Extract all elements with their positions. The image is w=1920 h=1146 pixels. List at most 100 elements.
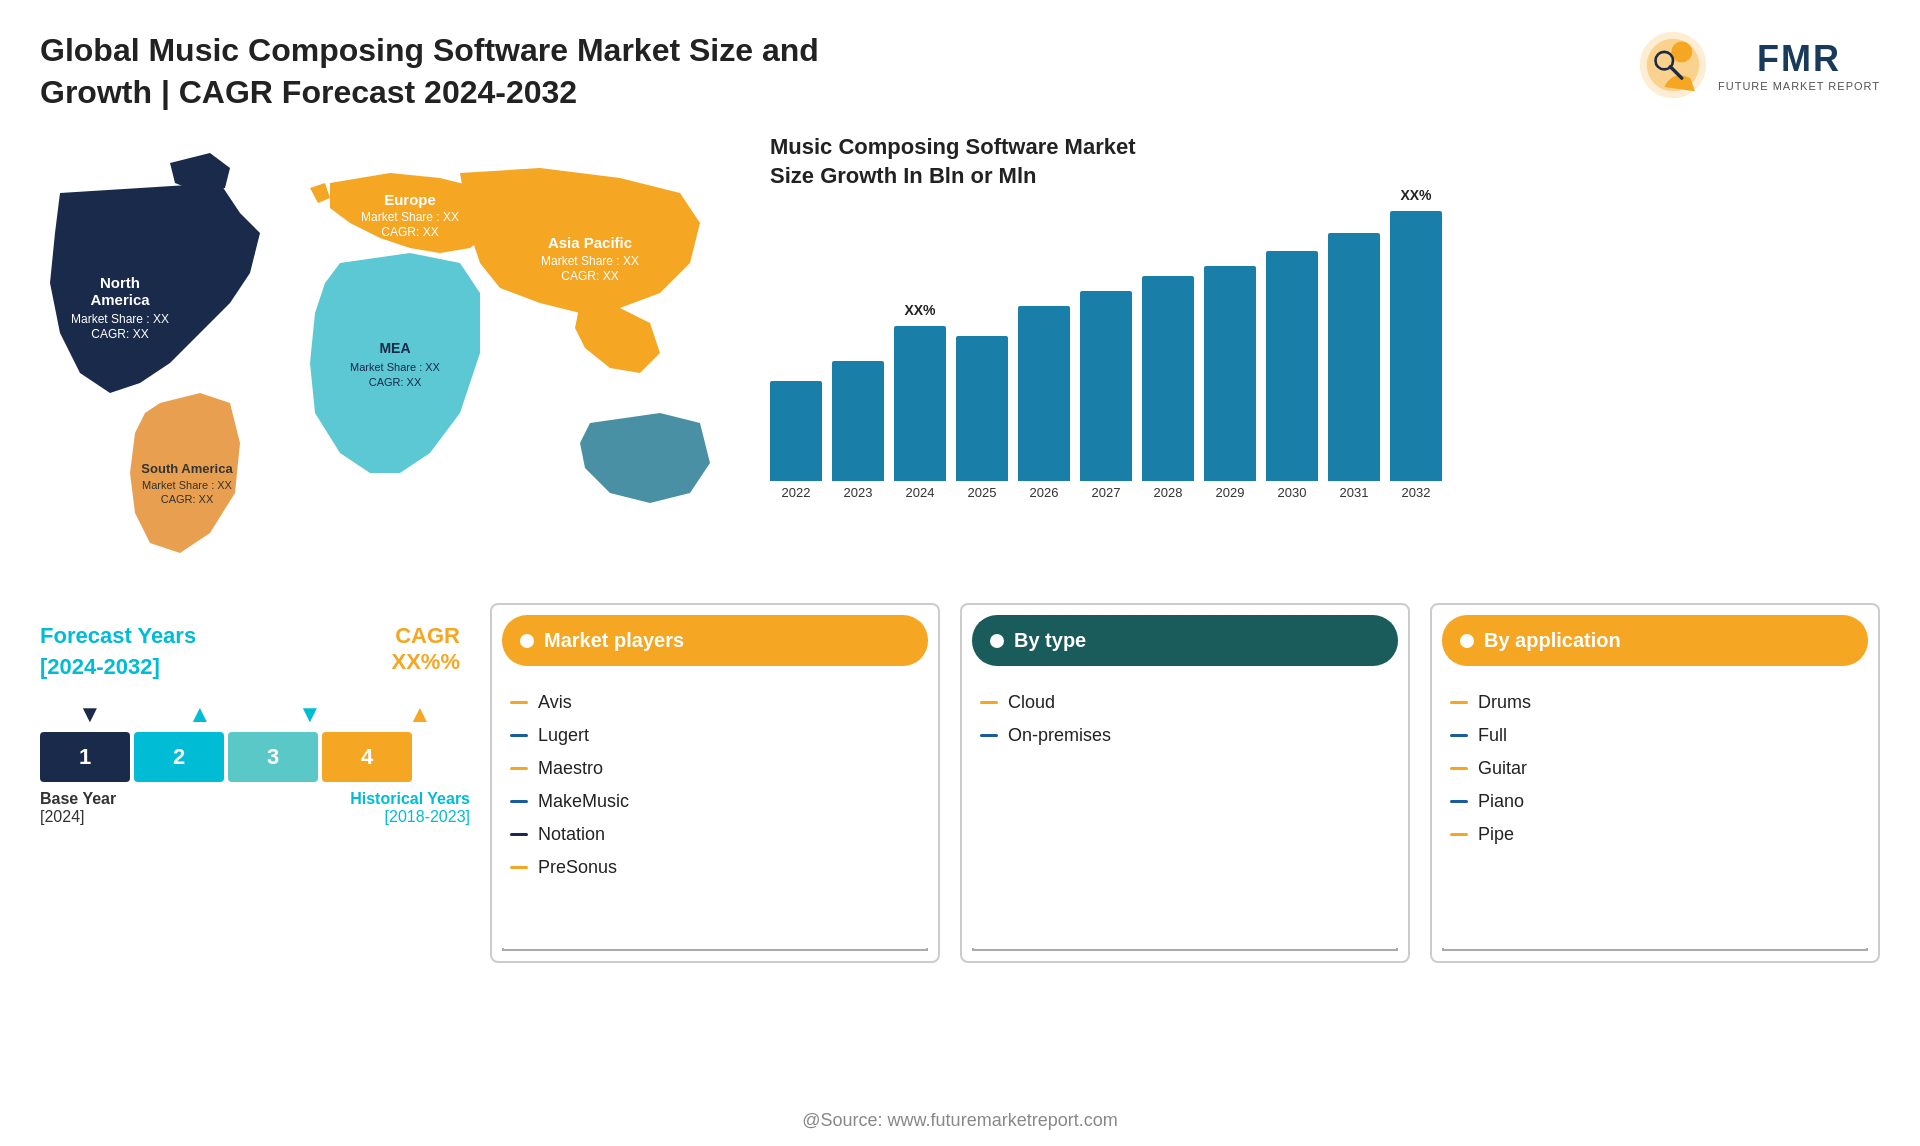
step-2: 2 (134, 732, 224, 782)
item-dash (1450, 767, 1468, 770)
bar-label-top: XX% (1400, 187, 1431, 207)
cards-area: Market players Avis Lugert Maestro MakeMusic… (490, 603, 1880, 963)
svg-text:Asia Pacific: Asia Pacific (548, 234, 632, 251)
item-text: Piano (1478, 791, 1524, 812)
list-item: Guitar (1450, 752, 1860, 785)
timeline-area: Forecast Years [2024-2032] CAGR XX%% ▼ ▲… (40, 603, 470, 963)
bar-year: 2032 (1402, 485, 1431, 500)
info-card-by-type: By type Cloud On-premises (960, 603, 1410, 963)
bar-group: XX% 2032 (1390, 187, 1442, 500)
svg-text:Market Share : XX: Market Share : XX (71, 312, 169, 326)
logo-fmr: FMR (1757, 38, 1841, 80)
bar-year: 2027 (1092, 485, 1121, 500)
item-dash (510, 833, 528, 836)
item-text: Cloud (1008, 692, 1055, 713)
card-header-by-type: By type (972, 615, 1398, 666)
bar-year: 2031 (1340, 485, 1369, 500)
bar (1266, 251, 1318, 481)
item-text: Avis (538, 692, 572, 713)
bar-group: 2025 (956, 312, 1008, 500)
bar-year: 2025 (968, 485, 997, 500)
svg-text:Market Share : XX: Market Share : XX (350, 361, 441, 373)
bar-group: 2027 (1080, 267, 1132, 500)
card-body-market-players: Avis Lugert Maestro MakeMusic Notation PreSon… (492, 676, 938, 948)
bar-group: 2023 (832, 337, 884, 500)
bar-group: 2029 (1204, 242, 1256, 500)
logo-subtitle: FUTURE MARKET REPORT (1718, 80, 1880, 92)
item-text: Lugert (538, 725, 589, 746)
base-year-val: [2024] (40, 808, 116, 826)
bar-year: 2024 (906, 485, 935, 500)
item-text: Full (1478, 725, 1507, 746)
card-header-text: Market players (544, 629, 684, 652)
list-item: Avis (510, 686, 920, 719)
item-dash (510, 866, 528, 869)
item-dash (510, 734, 528, 737)
svg-point-2 (1671, 41, 1692, 62)
list-item: On-premises (980, 719, 1390, 752)
card-body-by-application: DrumsFullGuitarPianoPipe (1432, 676, 1878, 948)
bar (832, 361, 884, 481)
svg-text:Market Share : XX: Market Share : XX (142, 479, 233, 491)
item-dash (510, 701, 528, 704)
bar-year: 2023 (844, 485, 873, 500)
list-item: Maestro (510, 752, 920, 785)
top-section: North America Market Share : XX CAGR: XX… (40, 133, 1880, 573)
item-text: MakeMusic (538, 791, 629, 812)
map-container: North America Market Share : XX CAGR: XX… (40, 133, 740, 573)
chart-title: Music Composing Software Market Size Gro… (770, 133, 1170, 190)
bar-chart: 20222023XX%20242025202620272028202920302… (770, 210, 1880, 530)
card-header-by-application: By application (1442, 615, 1868, 666)
item-text: Maestro (538, 758, 603, 779)
card-header-market-players: Market players (502, 615, 928, 666)
svg-text:CAGR: XX: CAGR: XX (381, 225, 438, 239)
bar-year: 2030 (1278, 485, 1307, 500)
svg-text:America: America (90, 291, 150, 308)
item-text: PreSonus (538, 857, 617, 878)
bracket (502, 948, 928, 951)
bar (1142, 276, 1194, 481)
list-item: PreSonus (510, 851, 920, 884)
list-item: Drums (1450, 686, 1860, 719)
list-item: Cloud (980, 686, 1390, 719)
main-container: Global Music Composing Software Market S… (0, 0, 1920, 1146)
svg-text:Market Share : XX: Market Share : XX (541, 254, 639, 268)
list-item: Piano (1450, 785, 1860, 818)
header: Global Music Composing Software Market S… (40, 30, 1880, 113)
bar (1080, 291, 1132, 481)
info-card-market-players: Market players Avis Lugert Maestro MakeMusic… (490, 603, 940, 963)
item-dash (1450, 833, 1468, 836)
item-dash (1450, 800, 1468, 803)
card-dot (520, 634, 534, 648)
bar (894, 326, 946, 481)
source-bar: @Source: www.futuremarketreport.com (0, 1110, 1920, 1131)
forecast-years: [2024-2032] (40, 654, 196, 680)
item-text: Guitar (1478, 758, 1527, 779)
info-card-by-application: By applicationDrumsFullGuitarPianoPipe (1430, 603, 1880, 963)
bracket (1442, 948, 1868, 951)
bar-group: 2031 (1328, 209, 1380, 500)
bar-year: 2029 (1216, 485, 1245, 500)
svg-text:North: North (100, 274, 140, 291)
item-dash (1450, 701, 1468, 704)
svg-text:South America: South America (141, 461, 233, 476)
svg-text:Europe: Europe (384, 191, 436, 208)
bar (1390, 211, 1442, 481)
item-dash (980, 734, 998, 737)
bar-group: 2026 (1018, 282, 1070, 500)
item-dash (510, 800, 528, 803)
logo-area: FMR FUTURE MARKET REPORT (1638, 30, 1880, 100)
list-item: Lugert (510, 719, 920, 752)
bar (956, 336, 1008, 481)
bar-year: 2022 (782, 485, 811, 500)
chart-container: Music Composing Software Market Size Gro… (770, 133, 1880, 573)
list-item: Notation (510, 818, 920, 851)
bar-label-top: XX% (904, 302, 935, 322)
bar-group: XX% 2024 (894, 302, 946, 500)
bar (1328, 233, 1380, 481)
logo-icon (1638, 30, 1708, 100)
bar (1204, 266, 1256, 481)
steps-row: 1 2 3 4 (40, 732, 470, 782)
cagr-label: CAGR (392, 623, 460, 649)
item-dash (510, 767, 528, 770)
